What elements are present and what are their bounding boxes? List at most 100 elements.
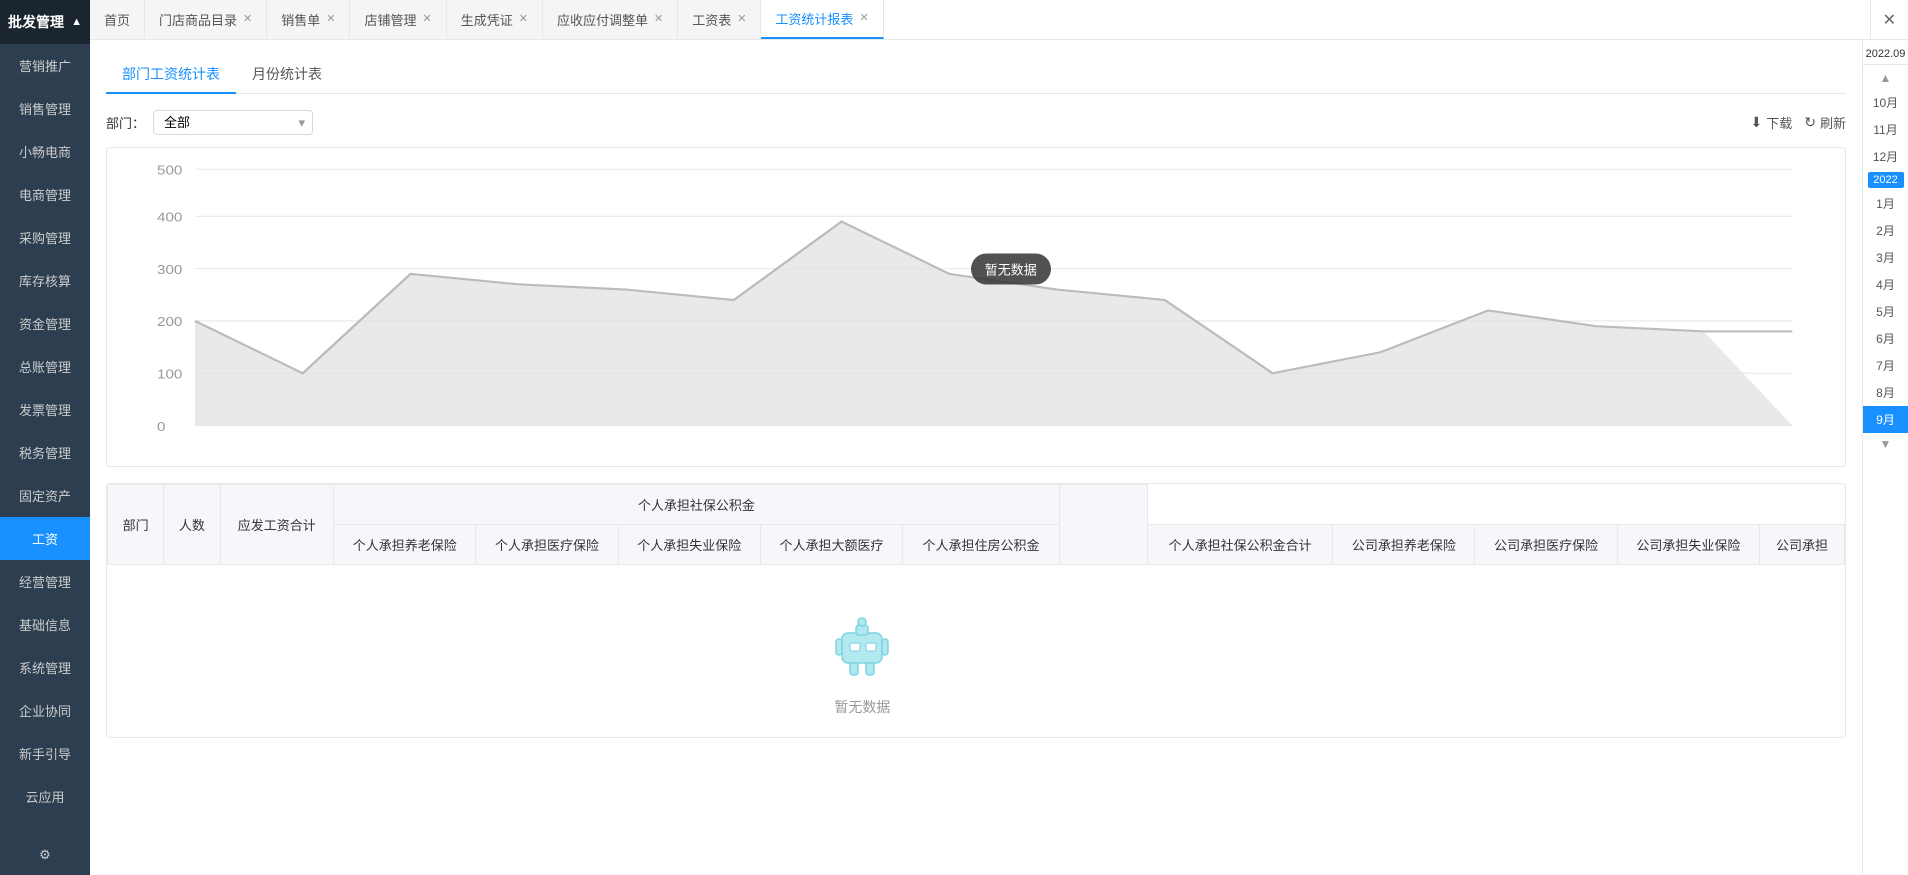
department-select[interactable]: 全部 bbox=[153, 110, 313, 135]
sidebar-item-采购管理[interactable]: 采购管理 bbox=[0, 216, 90, 259]
th-人数: 人数 bbox=[164, 485, 220, 565]
cal-month-10[interactable]: 10月 bbox=[1863, 89, 1908, 116]
sub-tab-部门工资统计表[interactable]: 部门工资统计表 bbox=[106, 56, 236, 94]
tab-close-销售单[interactable]: ✕ bbox=[326, 14, 335, 25]
th-个人承担养老保险: 个人承担养老保险 bbox=[334, 525, 476, 565]
sub-tabs: 部门工资统计表 月份统计表 bbox=[106, 56, 1846, 94]
department-select-wrapper: 全部 bbox=[153, 110, 313, 135]
empty-state: 暂无数据 bbox=[108, 565, 1618, 737]
cal-up-button[interactable]: ▲ bbox=[1872, 67, 1900, 89]
tab-店铺管理[interactable]: 店铺管理 ✕ bbox=[350, 0, 446, 39]
tab-close-门店商品目录[interactable]: ✕ bbox=[243, 14, 252, 25]
action-btns: ⬇ 下载 ↻ 刷新 bbox=[1751, 113, 1847, 132]
th-个人承担医疗保险: 个人承担医疗保险 bbox=[476, 525, 618, 565]
tab-close-应收应付调整单[interactable]: ✕ bbox=[654, 14, 663, 25]
th-公司承担养老保险: 公司承担养老保险 bbox=[1333, 525, 1475, 565]
empty-text: 暂无数据 bbox=[834, 697, 890, 717]
sidebar-item-税务管理[interactable]: 税务管理 bbox=[0, 431, 90, 474]
sidebar-item-营销推广[interactable]: 营销推广 bbox=[0, 44, 90, 87]
tab-首页[interactable]: 首页 bbox=[90, 0, 145, 39]
cal-month-6[interactable]: 6月 bbox=[1863, 325, 1908, 352]
cal-year-header: 2022.09 bbox=[1863, 44, 1908, 65]
empty-row: 暂无数据 bbox=[108, 565, 1845, 738]
empty-icon bbox=[822, 605, 902, 685]
cal-month-7[interactable]: 7月 bbox=[1863, 352, 1908, 379]
tab-应收应付调整单[interactable]: 应收应付调整单 ✕ bbox=[543, 0, 678, 39]
sidebar-item-固定资产[interactable]: 固定资产 bbox=[0, 474, 90, 517]
tab-销售单[interactable]: 销售单 ✕ bbox=[267, 0, 350, 39]
th-公司承担失业保险: 公司承担失业保险 bbox=[1617, 525, 1759, 565]
cal-month-4[interactable]: 4月 bbox=[1863, 271, 1908, 298]
svg-text:500: 500 bbox=[157, 164, 183, 177]
sidebar-item-新手引导[interactable]: 新手引导 bbox=[0, 732, 90, 775]
sidebar-item-发票管理[interactable]: 发票管理 bbox=[0, 388, 90, 431]
th-部门: 部门 bbox=[108, 485, 164, 565]
content-area: 部门工资统计表 月份统计表 部门： 全部 bbox=[90, 40, 1908, 875]
sidebar-item-销售管理[interactable]: 销售管理 bbox=[0, 87, 90, 130]
sidebar-item-库存核算[interactable]: 库存核算 bbox=[0, 259, 90, 302]
close-all-icon: ✕ bbox=[1883, 10, 1896, 30]
sidebar-item-电商管理[interactable]: 电商管理 bbox=[0, 173, 90, 216]
cal-month-12[interactable]: 12月 bbox=[1863, 143, 1908, 170]
svg-text:400: 400 bbox=[157, 210, 183, 224]
cal-month-8[interactable]: 8月 bbox=[1863, 379, 1908, 406]
sidebar-item-小畅电商[interactable]: 小畅电商 bbox=[0, 130, 90, 173]
cal-month-1[interactable]: 1月 bbox=[1863, 190, 1908, 217]
tab-生成凭证[interactable]: 生成凭证 ✕ bbox=[447, 0, 543, 39]
table-container: 部门 人数 应发工资合计 个人承担社保公积金 个人承担养老保险 个人承担医疗保险… bbox=[106, 483, 1846, 738]
download-button[interactable]: ⬇ 下载 bbox=[1751, 113, 1793, 132]
tab-close-all-button[interactable]: ✕ bbox=[1870, 0, 1908, 39]
sidebar: 批发管理 ▲ 营销推广 销售管理 小畅电商 电商管理 采购管理 库存核算 资金管… bbox=[0, 0, 90, 875]
chart-tooltip: 暂无数据 bbox=[971, 253, 1051, 284]
tab-close-生成凭证[interactable]: ✕ bbox=[519, 14, 528, 25]
tab-close-店铺管理[interactable]: ✕ bbox=[423, 14, 432, 25]
sidebar-item-系统管理[interactable]: 系统管理 bbox=[0, 646, 90, 689]
th-个人承担失业保险: 个人承担失业保险 bbox=[618, 525, 760, 565]
cal-down-button[interactable]: ▼ bbox=[1872, 433, 1900, 455]
toolbar: 部门： 全部 ⬇ 下载 ↻ 刷新 bbox=[106, 110, 1846, 135]
svg-text:0: 0 bbox=[157, 419, 166, 433]
refresh-icon: ↻ bbox=[1804, 114, 1816, 131]
gear-icon: ⚙ bbox=[39, 847, 51, 862]
main-area: 首页 门店商品目录 ✕ 销售单 ✕ 店铺管理 ✕ 生成凭证 ✕ 应收应付调整单 … bbox=[90, 0, 1908, 875]
tab-close-工资表[interactable]: ✕ bbox=[737, 14, 746, 25]
th-公司承担医疗保险: 公司承担医疗保险 bbox=[1475, 525, 1617, 565]
tab-工资表[interactable]: 工资表 ✕ bbox=[678, 0, 761, 39]
page-content: 部门工资统计表 月份统计表 部门： 全部 bbox=[90, 40, 1862, 875]
th-个人承担社保公积金合计: 个人承担社保公积金合计 bbox=[1147, 525, 1332, 565]
cal-month-9[interactable]: 9月 bbox=[1863, 406, 1908, 433]
right-calendar: 2022.09 ▲ 10月 11月 12月 2022 1月 2月 3月 4月 5… bbox=[1862, 40, 1908, 875]
cal-month-3[interactable]: 3月 bbox=[1863, 244, 1908, 271]
sidebar-item-资金管理[interactable]: 资金管理 bbox=[0, 302, 90, 345]
sidebar-item-云应用[interactable]: 云应用 bbox=[0, 775, 90, 818]
refresh-button[interactable]: ↻ 刷新 bbox=[1804, 113, 1846, 132]
filter-row: 部门： 全部 bbox=[106, 110, 313, 135]
svg-text:300: 300 bbox=[157, 262, 183, 276]
sidebar-item-企业协同[interactable]: 企业协同 bbox=[0, 689, 90, 732]
sidebar-title[interactable]: 批发管理 ▲ bbox=[0, 0, 90, 44]
th-placeholder bbox=[1059, 485, 1147, 565]
sidebar-item-经营管理[interactable]: 经营管理 bbox=[0, 560, 90, 603]
th-公司承担: 公司承担 bbox=[1760, 525, 1845, 565]
tab-工资统计报表[interactable]: 工资统计报表 ✕ bbox=[761, 0, 883, 39]
tab-门店商品目录[interactable]: 门店商品目录 ✕ bbox=[145, 0, 267, 39]
chart-svg: 0 100 200 300 400 500 bbox=[157, 164, 1805, 436]
th-个人承担大额医疗: 个人承担大额医疗 bbox=[760, 525, 902, 565]
sub-tab-月份统计表[interactable]: 月份统计表 bbox=[236, 56, 338, 94]
sidebar-item-工资[interactable]: 工资 bbox=[0, 517, 90, 560]
cal-month-2[interactable]: 2月 bbox=[1863, 217, 1908, 244]
tab-close-工资统计报表[interactable]: ✕ bbox=[859, 13, 868, 24]
cal-month-11[interactable]: 11月 bbox=[1863, 116, 1908, 143]
sidebar-title-text: 批发管理 bbox=[8, 12, 64, 32]
sidebar-item-基础信息[interactable]: 基础信息 bbox=[0, 603, 90, 646]
th-个人承担社保公积金: 个人承担社保公积金 bbox=[334, 485, 1060, 525]
settings-button[interactable]: ⚙ bbox=[0, 835, 90, 875]
cal-year-badge: 2022 bbox=[1868, 172, 1904, 188]
cal-month-5[interactable]: 5月 bbox=[1863, 298, 1908, 325]
svg-text:200: 200 bbox=[157, 314, 183, 328]
sidebar-item-总账管理[interactable]: 总账管理 bbox=[0, 345, 90, 388]
download-icon: ⬇ bbox=[1751, 114, 1763, 131]
th-应发工资合计: 应发工资合计 bbox=[220, 485, 334, 565]
sidebar-collapse-icon[interactable]: ▲ bbox=[71, 16, 82, 28]
th-个人承担住房公积金: 个人承担住房公积金 bbox=[903, 525, 1060, 565]
